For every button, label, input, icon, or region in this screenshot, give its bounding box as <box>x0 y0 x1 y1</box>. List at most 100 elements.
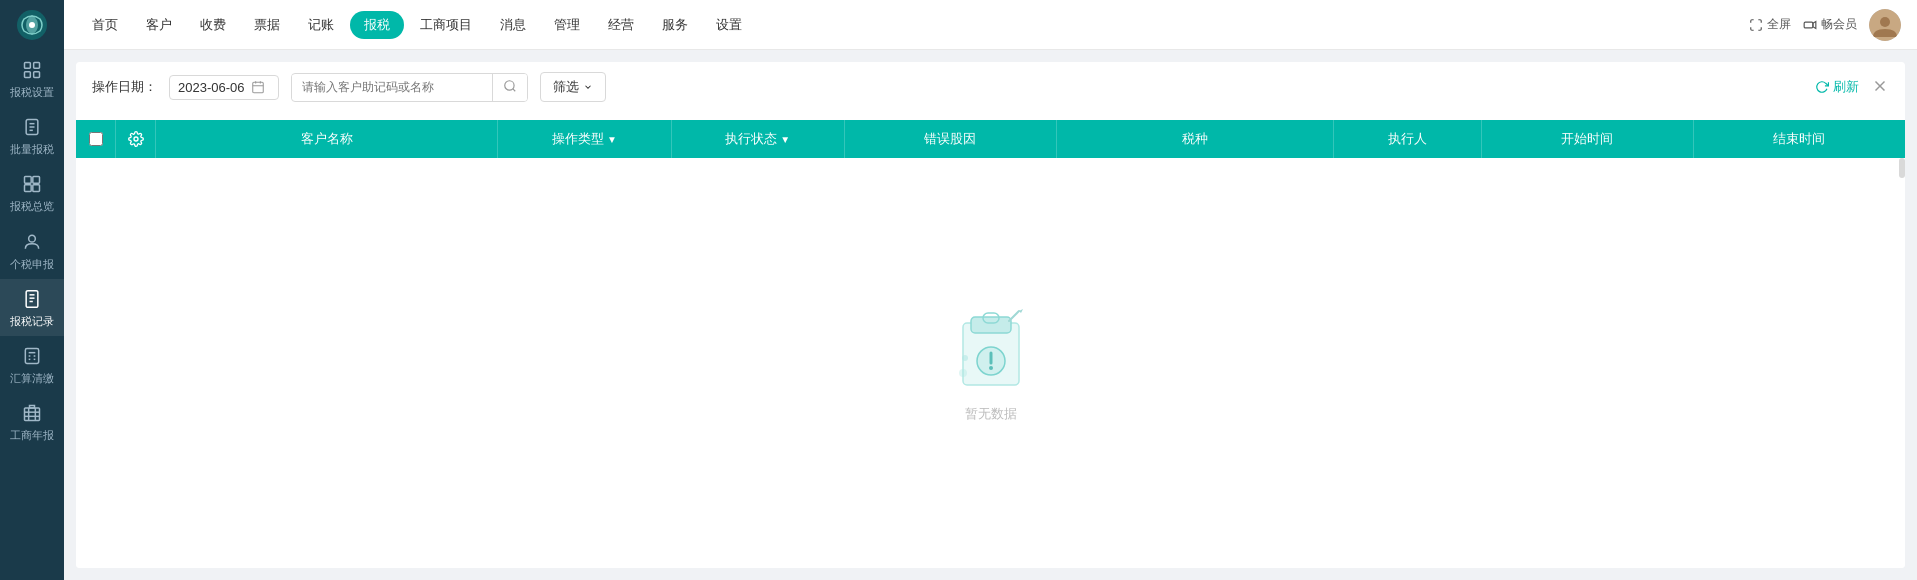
nav-items: 首页 客户 收费 票据 记账 报税 工商项目 消息 管理 经营 服务 设置 <box>80 10 1749 40</box>
svg-rect-12 <box>25 185 32 192</box>
record-icon <box>20 287 44 311</box>
sidebar-item-gongshang-nianbao-label: 工商年报 <box>10 429 54 442</box>
select-all-checkbox[interactable] <box>89 132 103 146</box>
svg-point-14 <box>29 235 36 242</box>
sidebar-item-baoshui-zonglam[interactable]: 报税总览 <box>0 164 64 221</box>
th-tax: 税种 <box>1057 120 1334 158</box>
sidebar-item-baoshui-jilu-label: 报税记录 <box>10 315 54 328</box>
scroll-indicator[interactable] <box>1899 158 1905 178</box>
svg-rect-11 <box>33 177 40 184</box>
empty-state-icon <box>951 303 1031 393</box>
filter-label: 筛选 <box>553 78 579 96</box>
svg-rect-5 <box>34 72 40 78</box>
nav-item-billing[interactable]: 收费 <box>188 10 238 40</box>
sidebar-item-huisuan-jiaona[interactable]: 汇算清缴 <box>0 336 64 393</box>
status-filter-icon: ▼ <box>780 134 790 145</box>
nav-item-invoice[interactable]: 票据 <box>242 10 292 40</box>
th-checkbox[interactable] <box>76 120 116 158</box>
close-icon <box>1871 77 1889 95</box>
calendar-icon <box>251 80 265 94</box>
svg-rect-3 <box>34 63 40 69</box>
search-input[interactable] <box>292 75 492 99</box>
nav-item-manage[interactable]: 管理 <box>542 10 592 40</box>
svg-marker-47 <box>1019 309 1023 313</box>
th-end-time-label: 结束时间 <box>1773 130 1825 148</box>
refresh-label: 刷新 <box>1833 78 1859 96</box>
sidebar-item-piliang-baoshui[interactable]: 批量报税 <box>0 107 64 164</box>
date-label: 操作日期： <box>92 78 157 96</box>
member-label: 畅会员 <box>1821 16 1857 33</box>
th-start-time-label: 开始时间 <box>1561 130 1613 148</box>
svg-rect-31 <box>252 82 263 93</box>
nav-item-service[interactable]: 服务 <box>650 10 700 40</box>
sidebar-item-baoshui-shezhi[interactable]: 报税设置 <box>0 50 64 107</box>
svg-rect-28 <box>1804 22 1813 28</box>
th-name-label: 客户名称 <box>301 130 353 148</box>
th-end-time: 结束时间 <box>1694 120 1905 158</box>
sidebar-item-gongshang-nianbao[interactable]: 工商年报 <box>0 393 64 450</box>
svg-rect-15 <box>26 290 38 307</box>
fullscreen-button[interactable]: 全屏 <box>1749 16 1791 33</box>
nav-item-ledger[interactable]: 记账 <box>296 10 346 40</box>
date-value: 2023-06-06 <box>178 80 245 95</box>
filter-button[interactable]: 筛选 <box>540 72 606 102</box>
sidebar: 报税设置 批量报税 报税总览 <box>0 0 64 580</box>
empty-illustration: 暂无数据 <box>951 303 1031 423</box>
sidebar-item-baoshui-shezhi-label: 报税设置 <box>10 86 54 99</box>
topnav-right: 全屏 畅会员 <box>1749 9 1901 41</box>
close-button[interactable] <box>1871 77 1889 98</box>
fullscreen-icon <box>1749 18 1763 32</box>
svg-rect-41 <box>971 317 1011 333</box>
overview-icon <box>20 172 44 196</box>
th-executor-label: 执行人 <box>1388 130 1427 148</box>
sidebar-item-huisuan-jiaona-label: 汇算清缴 <box>10 372 54 385</box>
nav-item-operation[interactable]: 经营 <box>596 10 646 40</box>
svg-line-36 <box>513 88 516 91</box>
svg-point-48 <box>962 355 968 361</box>
building-icon <box>20 401 44 425</box>
nav-item-message[interactable]: 消息 <box>488 10 538 40</box>
svg-rect-2 <box>25 63 31 69</box>
nav-item-home[interactable]: 首页 <box>80 10 130 40</box>
th-op-type[interactable]: 操作类型 ▼ <box>498 120 671 158</box>
member-button[interactable]: 畅会员 <box>1803 16 1857 33</box>
main-area: 首页 客户 收费 票据 记账 报税 工商项目 消息 管理 经营 服务 设置 全屏 <box>64 0 1917 580</box>
nav-item-industry[interactable]: 工商项目 <box>408 10 484 40</box>
empty-text: 暂无数据 <box>965 405 1017 423</box>
refresh-button[interactable]: 刷新 <box>1815 78 1859 96</box>
svg-rect-25 <box>25 408 40 421</box>
avatar-image <box>1869 9 1901 41</box>
svg-rect-13 <box>33 185 40 192</box>
settings-icon <box>20 58 44 82</box>
sidebar-item-baoshui-zonglam-label: 报税总览 <box>10 200 54 213</box>
sidebar-item-geshui-shenbao-label: 个税申报 <box>10 258 54 271</box>
svg-rect-10 <box>25 177 32 184</box>
th-status[interactable]: 执行状态 ▼ <box>672 120 845 158</box>
search-box <box>291 73 528 102</box>
sidebar-item-geshui-shenbao[interactable]: 个税申报 <box>0 222 64 279</box>
calc-icon <box>20 344 44 368</box>
search-icon <box>503 79 517 93</box>
svg-rect-19 <box>25 348 38 363</box>
user-avatar[interactable] <box>1869 9 1901 41</box>
op-type-filter-icon: ▼ <box>607 134 617 145</box>
logo-icon <box>16 9 48 41</box>
nav-item-customer[interactable]: 客户 <box>134 10 184 40</box>
column-settings-icon <box>128 131 144 147</box>
svg-point-49 <box>959 369 967 377</box>
sidebar-item-piliang-baoshui-label: 批量报税 <box>10 143 54 156</box>
nav-item-settings[interactable]: 设置 <box>704 10 754 40</box>
svg-point-35 <box>505 80 514 89</box>
chevron-down-icon <box>583 82 593 92</box>
th-status-label: 执行状态 <box>725 130 777 148</box>
th-name: 客户名称 <box>156 120 498 158</box>
svg-point-30 <box>1880 17 1890 27</box>
search-button[interactable] <box>492 74 527 101</box>
content-area: 操作日期： 2023-06-06 <box>64 50 1917 580</box>
th-error: 错误股因 <box>845 120 1057 158</box>
th-settings[interactable] <box>116 120 156 158</box>
date-picker[interactable]: 2023-06-06 <box>169 75 279 100</box>
sidebar-item-baoshui-jilu[interactable]: 报税记录 <box>0 279 64 336</box>
nav-item-tax[interactable]: 报税 <box>350 11 404 39</box>
person-icon <box>20 230 44 254</box>
